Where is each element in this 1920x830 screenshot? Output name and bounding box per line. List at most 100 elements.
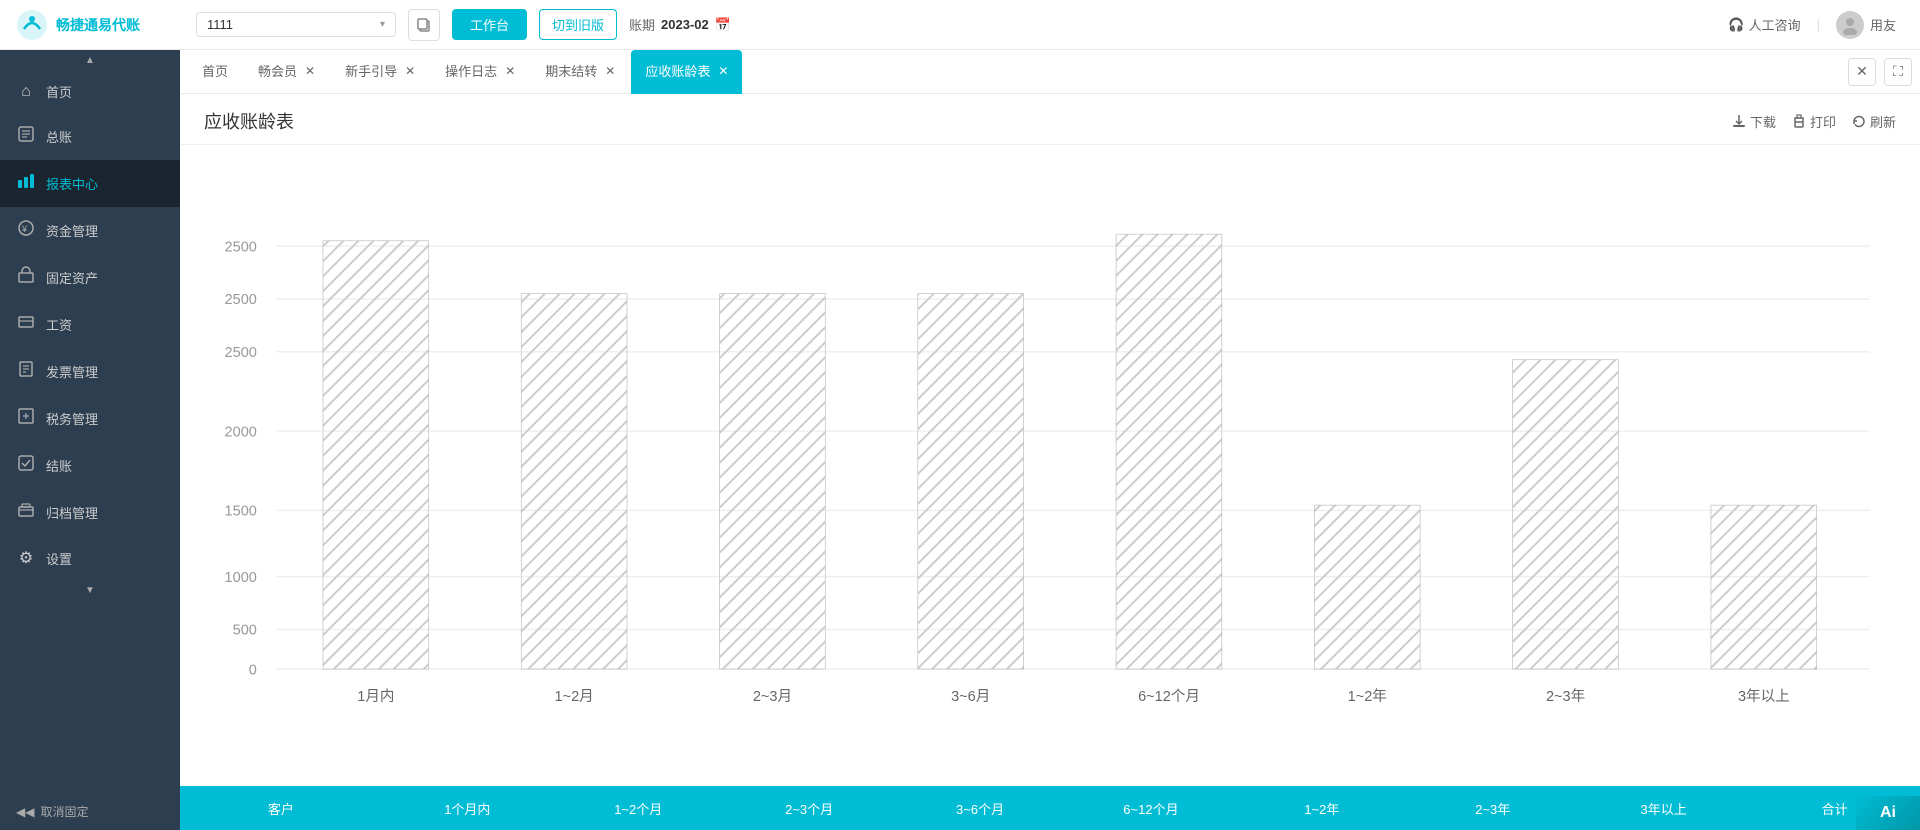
svg-text:2500: 2500 bbox=[225, 292, 257, 308]
home-icon: ⌂ bbox=[16, 83, 36, 101]
invoice-icon bbox=[16, 360, 36, 383]
sidebar-item-report[interactable]: 报表中心 bbox=[0, 160, 180, 207]
page-actions: 下载 打印 刷新 bbox=[1732, 112, 1896, 131]
sidebar-item-tax[interactable]: 税务管理 bbox=[0, 395, 180, 442]
tab-member-label: 畅会员 bbox=[258, 61, 297, 80]
logo-text: 畅捷通易代账 bbox=[56, 15, 140, 35]
bar-3-6-month bbox=[918, 294, 1024, 669]
archive-icon bbox=[16, 501, 36, 524]
sidebar-item-ledger[interactable]: 总账 bbox=[0, 113, 180, 160]
logo-area: 畅捷通易代账 bbox=[16, 9, 196, 41]
unpin-icon: ◀◀ bbox=[16, 805, 34, 819]
sidebar-scroll-up[interactable]: ▲ bbox=[0, 50, 180, 70]
col-1month: 1个月内 bbox=[382, 799, 553, 818]
print-icon bbox=[1792, 114, 1806, 128]
refresh-button[interactable]: 刷新 bbox=[1852, 112, 1896, 131]
header-main: 1111 ▾ 工作台 切到旧版 账期 2023-02 📅 bbox=[196, 9, 1728, 41]
period-label: 账期 bbox=[629, 15, 655, 34]
sidebar-item-label: 设置 bbox=[46, 549, 72, 568]
tab-guide[interactable]: 新手引导 ✕ bbox=[331, 50, 429, 94]
tab-guide-close[interactable]: ✕ bbox=[405, 64, 415, 78]
sidebar-item-assets[interactable]: 固定资产 bbox=[0, 254, 180, 301]
ai-badge[interactable]: Ai bbox=[1856, 796, 1920, 830]
headset-icon: 🎧 bbox=[1728, 17, 1744, 33]
avatar bbox=[1836, 11, 1864, 39]
tab-home[interactable]: 首页 bbox=[188, 50, 242, 94]
content-area: 首页 畅会员 ✕ 新手引导 ✕ 操作日志 ✕ 期末结转 ✕ 应收账龄表 ✕ bbox=[180, 50, 1920, 830]
switch-version-button[interactable]: 切到旧版 bbox=[539, 9, 617, 40]
settings-icon: ⚙ bbox=[16, 548, 36, 568]
tab-ar-age-close[interactable]: ✕ bbox=[718, 64, 728, 78]
sidebar-item-checkout[interactable]: 结账 bbox=[0, 442, 180, 489]
sidebar-item-label: 工资 bbox=[46, 315, 72, 334]
sidebar-item-fund[interactable]: ¥ 资金管理 bbox=[0, 207, 180, 254]
user-area[interactable]: 用友 bbox=[1836, 11, 1896, 39]
svg-text:2000: 2000 bbox=[225, 424, 257, 440]
tab-home-label: 首页 bbox=[202, 61, 228, 80]
svg-text:1~2年: 1~2年 bbox=[1348, 688, 1387, 705]
tab-period-end-close[interactable]: ✕ bbox=[605, 64, 615, 78]
expand-tab-button[interactable]: ⛶ bbox=[1884, 58, 1912, 86]
sidebar-item-label: 资金管理 bbox=[46, 221, 98, 240]
copy-button[interactable] bbox=[408, 9, 440, 41]
bar-3-plus-year bbox=[1711, 505, 1817, 669]
sidebar-item-label: 归档管理 bbox=[46, 503, 98, 522]
tab-member-close[interactable]: ✕ bbox=[305, 64, 315, 78]
bar-2-3-year bbox=[1513, 360, 1619, 669]
svg-text:2~3年: 2~3年 bbox=[1546, 688, 1585, 705]
col-3plus-year: 3年以上 bbox=[1578, 799, 1749, 818]
tab-oplog-close[interactable]: ✕ bbox=[505, 64, 515, 78]
sidebar-item-label: 结账 bbox=[46, 456, 72, 475]
col-6-12month: 6~12个月 bbox=[1066, 799, 1237, 818]
svg-text:1500: 1500 bbox=[225, 504, 257, 520]
header: 畅捷通易代账 1111 ▾ 工作台 切到旧版 账期 2023-02 📅 🎧 人工… bbox=[0, 0, 1920, 50]
logo-icon bbox=[16, 9, 48, 41]
sidebar-item-invoice[interactable]: 发票管理 bbox=[0, 348, 180, 395]
tab-member[interactable]: 畅会员 ✕ bbox=[244, 50, 329, 94]
tab-period-end[interactable]: 期末结转 ✕ bbox=[531, 50, 629, 94]
period-value: 2023-02 bbox=[661, 17, 709, 32]
svg-text:2~3月: 2~3月 bbox=[753, 689, 792, 705]
consult-button[interactable]: 🎧 人工咨询 bbox=[1728, 15, 1800, 34]
bar-1-2-year bbox=[1314, 505, 1420, 669]
page-content: 应收账龄表 下载 打印 刷新 bbox=[180, 94, 1920, 830]
sidebar-item-settings[interactable]: ⚙ 设置 bbox=[0, 536, 180, 580]
report-icon bbox=[16, 172, 36, 195]
workbench-button[interactable]: 工作台 bbox=[452, 9, 527, 40]
svg-text:1月内: 1月内 bbox=[357, 688, 394, 705]
unpin-button[interactable]: ◀◀ 取消固定 bbox=[0, 793, 180, 830]
tab-oplog[interactable]: 操作日志 ✕ bbox=[431, 50, 529, 94]
calendar-icon[interactable]: 📅 bbox=[715, 17, 731, 33]
sidebar-scroll-down[interactable]: ▼ bbox=[0, 580, 180, 600]
svg-text:1000: 1000 bbox=[225, 570, 257, 586]
refresh-icon bbox=[1852, 114, 1866, 128]
period-area: 账期 2023-02 📅 bbox=[629, 15, 731, 34]
svg-text:500: 500 bbox=[233, 623, 257, 639]
svg-text:1~2月: 1~2月 bbox=[555, 689, 594, 705]
print-button[interactable]: 打印 bbox=[1792, 112, 1836, 131]
tab-bar: 首页 畅会员 ✕ 新手引导 ✕ 操作日志 ✕ 期末结转 ✕ 应收账龄表 ✕ bbox=[180, 50, 1920, 94]
payroll-icon bbox=[16, 313, 36, 336]
checkout-icon bbox=[16, 454, 36, 477]
sidebar-item-label: 报表中心 bbox=[46, 174, 98, 193]
svg-text:3~6月: 3~6月 bbox=[951, 689, 990, 705]
download-button[interactable]: 下载 bbox=[1732, 112, 1776, 131]
tab-guide-label: 新手引导 bbox=[345, 61, 397, 80]
tab-period-end-label: 期末结转 bbox=[545, 61, 597, 80]
svg-text:2500: 2500 bbox=[225, 345, 257, 361]
bar-2-3-month bbox=[720, 294, 826, 669]
page-header: 应收账龄表 下载 打印 刷新 bbox=[180, 94, 1920, 145]
col-3-6month: 3~6个月 bbox=[895, 799, 1066, 818]
tab-ar-age[interactable]: 应收账龄表 ✕ bbox=[631, 50, 742, 94]
sidebar-item-payroll[interactable]: 工资 bbox=[0, 301, 180, 348]
svg-text:3年以上: 3年以上 bbox=[1738, 688, 1790, 705]
assets-icon bbox=[16, 266, 36, 289]
sidebar-item-home[interactable]: ⌂ 首页 bbox=[0, 70, 180, 113]
company-name: 1111 bbox=[207, 17, 372, 32]
col-2-3month: 2~3个月 bbox=[724, 799, 895, 818]
svg-text:¥: ¥ bbox=[21, 224, 28, 234]
sidebar-item-archive[interactable]: 归档管理 bbox=[0, 489, 180, 536]
company-selector[interactable]: 1111 ▾ bbox=[196, 12, 396, 37]
header-right: 🎧 人工咨询 | 用友 bbox=[1728, 11, 1904, 39]
close-tab-button[interactable]: ✕ bbox=[1848, 58, 1876, 86]
